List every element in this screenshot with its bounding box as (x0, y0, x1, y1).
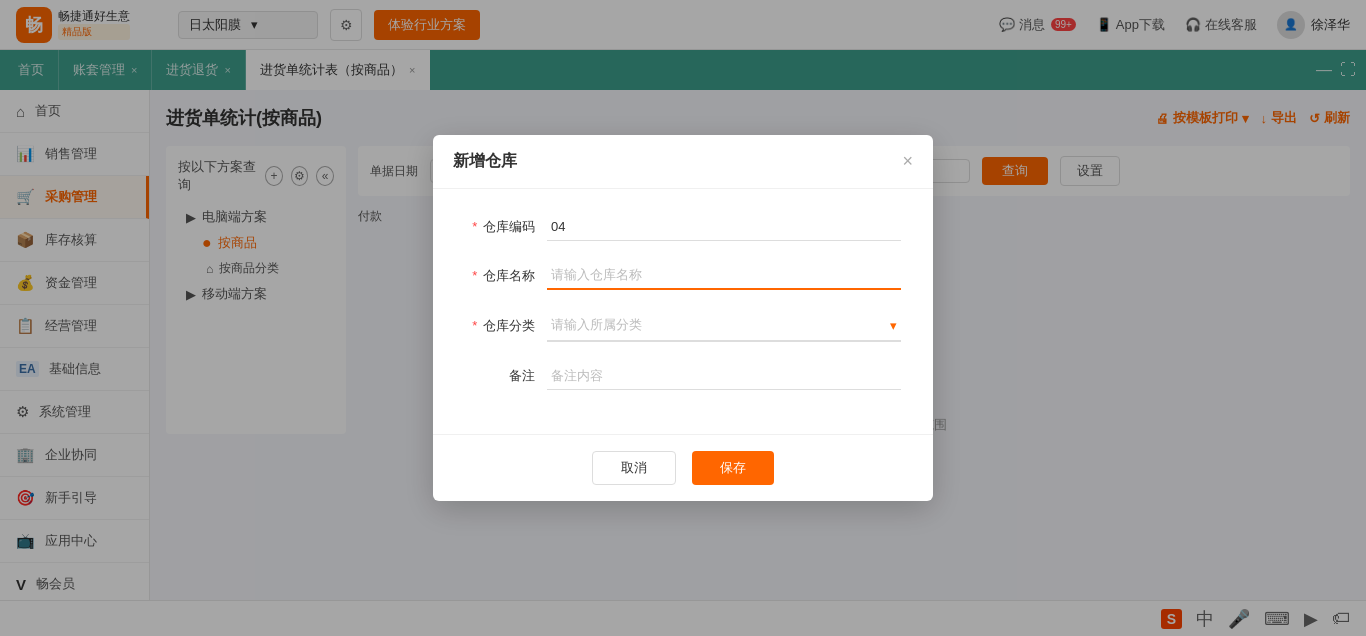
cancel-button[interactable]: 取消 (592, 451, 676, 485)
modal-close-button[interactable]: × (902, 151, 913, 172)
required-star-name: * (472, 268, 477, 283)
remark-input[interactable] (547, 362, 901, 390)
name-input[interactable] (547, 261, 901, 290)
remark-form-row: 备注 (465, 362, 901, 390)
name-label: * 仓库名称 (465, 267, 535, 285)
save-button[interactable]: 保存 (692, 451, 774, 485)
code-input[interactable] (547, 213, 901, 241)
category-form-row: * 仓库分类 请输入所属分类 ▾ (465, 310, 901, 342)
code-form-row: * 仓库编码 (465, 213, 901, 241)
name-form-row: * 仓库名称 (465, 261, 901, 290)
category-label: * 仓库分类 (465, 317, 535, 335)
modal-body: * 仓库编码 * 仓库名称 * 仓库分类 请输入所属 (433, 189, 933, 434)
modal-overlay: 新增仓库 × * 仓库编码 * 仓库名称 (0, 0, 1366, 636)
category-placeholder: 请输入所属分类 (551, 316, 642, 334)
new-warehouse-modal: 新增仓库 × * 仓库编码 * 仓库名称 (433, 135, 933, 501)
category-chevron-icon: ▾ (890, 318, 897, 333)
required-star-code: * (472, 219, 477, 234)
code-label: * 仓库编码 (465, 218, 535, 236)
modal-footer: 取消 保存 (433, 434, 933, 501)
category-select[interactable]: 请输入所属分类 ▾ (547, 310, 901, 342)
modal-header: 新增仓库 × (433, 135, 933, 189)
required-star-category: * (472, 318, 477, 333)
modal-title: 新增仓库 (453, 151, 517, 172)
remark-label: 备注 (465, 367, 535, 385)
